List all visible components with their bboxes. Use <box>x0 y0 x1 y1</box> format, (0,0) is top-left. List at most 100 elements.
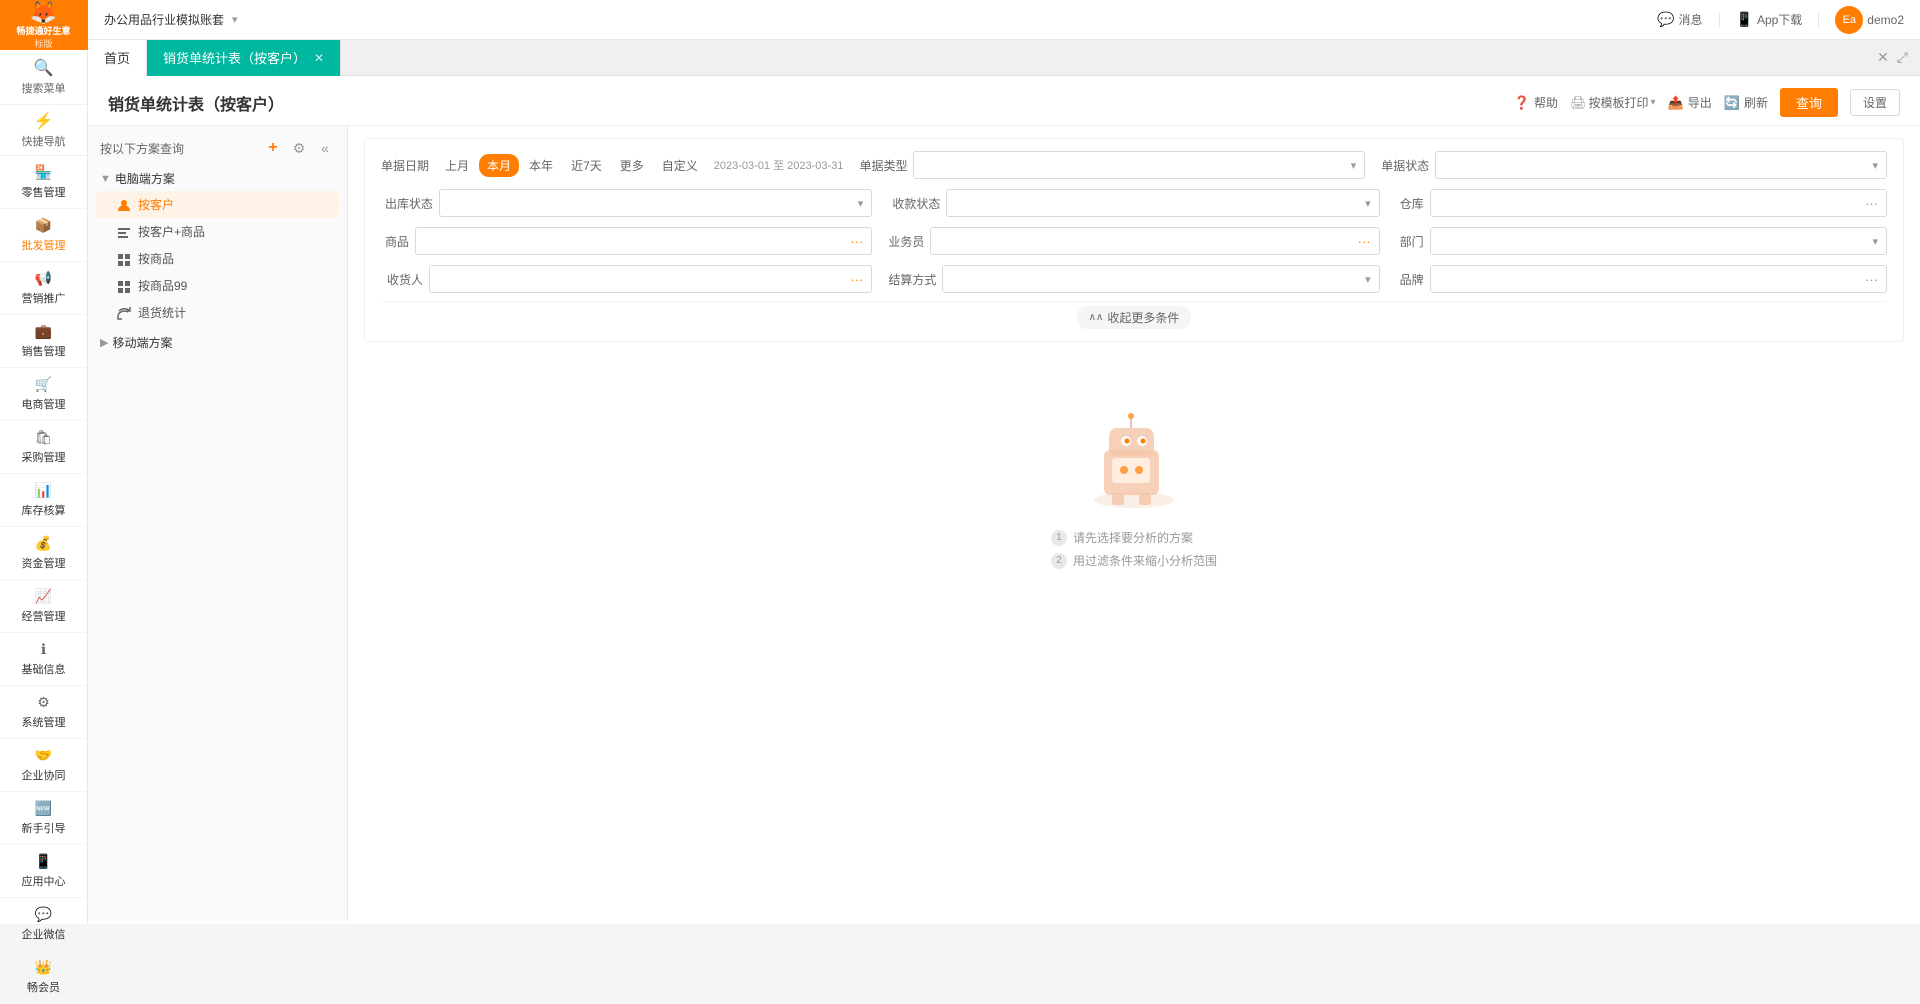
collapse-up-icon: ∧∧ <box>1089 312 1104 323</box>
sidebar-item-apps[interactable]: 📱 应用中心 <box>0 845 87 898</box>
message-label: 消息 <box>1678 11 1702 28</box>
refresh-button[interactable]: 🔄 刷新 <box>1724 94 1768 111</box>
dept-input[interactable]: ▾ <box>1430 227 1887 255</box>
refresh-label: 刷新 <box>1744 94 1768 111</box>
app-download-label: App下载 <box>1757 11 1802 28</box>
collapse-panel-icon[interactable]: « <box>315 138 335 158</box>
message-button[interactable]: 💬 消息 <box>1657 11 1702 28</box>
filter-row-4: 收货人 ··· 结算方式 ▾ <box>381 265 1887 293</box>
empty-tip-2: 2 用过滤条件来缩小分析范围 <box>1051 552 1217 569</box>
sidebar-item-system[interactable]: ⚙ 系统管理 <box>0 686 87 739</box>
receiver-dots-icon[interactable]: ··· <box>850 272 863 287</box>
sidebar-item-retail[interactable]: 🏪 零售管理 <box>0 156 87 209</box>
salesperson-input[interactable]: ··· <box>930 227 1379 255</box>
sidebar-item-member[interactable]: 👑 畅会员 <box>0 951 87 1004</box>
dept-chevron: ▾ <box>1872 235 1878 248</box>
salesperson-dots-icon[interactable]: ··· <box>1358 234 1371 249</box>
out-status-label: 出库状态 <box>381 195 433 212</box>
scheme-by-goods[interactable]: 按商品 <box>96 245 339 272</box>
mobile-section-header[interactable]: ▶ 移动端方案 <box>96 330 339 355</box>
scheme-return-stat[interactable]: 退货统计 <box>96 299 339 326</box>
receiver-input[interactable]: ··· <box>429 265 872 293</box>
goods-dots-icon[interactable]: ··· <box>850 234 863 249</box>
add-scheme-icon[interactable]: + <box>263 138 283 158</box>
doc-type-input[interactable]: ▾ <box>913 151 1365 179</box>
app-download-button[interactable]: 📱 App下载 <box>1736 11 1803 28</box>
date-tab-this-month[interactable]: 本月 <box>479 154 519 177</box>
sidebar-item-guide[interactable]: 🆕 新手引导 <box>0 792 87 845</box>
date-tab-7days[interactable]: 近7天 <box>563 154 610 177</box>
brand-dots-icon[interactable]: ··· <box>1865 272 1878 287</box>
sidebar-item-purchase[interactable]: 🛍 采购管理 <box>0 421 87 474</box>
tab-sales-stat[interactable]: 销货单统计表（按客户） ✕ <box>147 40 341 76</box>
sidebar-item-finance[interactable]: 💰 资金管理 <box>0 527 87 580</box>
date-tab-last-month[interactable]: 上月 <box>437 154 477 177</box>
help-label: 帮助 <box>1534 94 1558 111</box>
filter-doc-type-group: 单据类型 ▾ <box>859 151 1365 179</box>
out-status-input[interactable]: ▾ <box>439 189 872 217</box>
collect-status-input[interactable]: ▾ <box>946 189 1379 217</box>
scheme-by-customer[interactable]: 按客户 <box>96 191 339 218</box>
breadcrumb-arrow[interactable]: ▾ <box>232 13 238 26</box>
date-tab-custom[interactable]: 自定义 <box>654 154 706 177</box>
tab-close-icon[interactable]: ✕ <box>314 51 324 65</box>
tip-num-2: 2 <box>1051 553 1067 569</box>
tab-expand-icon[interactable]: ⤢ <box>1897 49 1908 66</box>
sidebar-system-label: 系统管理 <box>22 714 66 730</box>
query-button[interactable]: 查询 <box>1780 88 1838 117</box>
user-profile[interactable]: Ea demo2 <box>1835 6 1904 34</box>
sidebar-item-operation[interactable]: 📈 经营管理 <box>0 580 87 633</box>
settle-chevron: ▾ <box>1365 273 1371 286</box>
tab-bar: 首页 销货单统计表（按客户） ✕ ✕ ⤢ <box>88 40 1920 76</box>
empty-tip-1: 1 请先选择要分析的方案 <box>1051 529 1217 546</box>
date-tab-more[interactable]: 更多 <box>612 154 652 177</box>
tab-close-window-icon[interactable]: ✕ <box>1877 49 1889 66</box>
filter-date-group: 单据日期 上月 本月 本年 近7天 更多 自定义 2023-03-01 至 20… <box>381 154 843 177</box>
scheme-return-stat-label: 退货统计 <box>138 304 186 321</box>
tab-home[interactable]: 首页 <box>88 40 147 76</box>
warehouse-dots-icon[interactable]: ··· <box>1865 196 1878 211</box>
desktop-section-header[interactable]: ▼ 电脑端方案 <box>96 166 339 191</box>
warehouse-input[interactable]: ··· <box>1430 189 1887 217</box>
sidebar-item-wechat[interactable]: 💬 企业微信 <box>0 898 87 951</box>
sidebar-marketing-label: 营销推广 <box>22 290 66 306</box>
search-label: 搜索菜单 <box>22 80 66 96</box>
sidebar-item-marketing[interactable]: 📢 营销推广 <box>0 262 87 315</box>
breadcrumb: 办公用品行业模拟账套 <box>104 11 224 28</box>
quick-nav-item[interactable]: ⚡ 快捷导航 <box>0 105 87 156</box>
goods-input[interactable]: ··· <box>415 227 872 255</box>
print-template-button[interactable]: 🖨 按模板打印 ▾ <box>1570 94 1656 111</box>
app-logo: 🦊 畅捷通好生意 标版 <box>0 0 88 50</box>
export-button[interactable]: 📤 导出 <box>1668 94 1712 111</box>
filter-row-3: 商品 ··· 业务员 ··· <box>381 227 1887 255</box>
sidebar-apps-label: 应用中心 <box>22 873 66 889</box>
settings-button[interactable]: 设置 <box>1850 89 1900 116</box>
sidebar-item-wholesale[interactable]: 📦 批发管理 <box>0 209 87 262</box>
collapse-button[interactable]: ∧∧ 收起更多条件 <box>1077 306 1192 329</box>
help-button[interactable]: ❓ 帮助 <box>1514 94 1558 111</box>
brand-input[interactable]: ··· <box>1430 265 1887 293</box>
goods-label: 商品 <box>381 233 409 250</box>
page-header: 销货单统计表（按客户） ❓ 帮助 🖨 按模板打印 ▾ 📤 导出 <box>88 76 1920 126</box>
left-panel-header: 按以下方案查询 + ⚙ « <box>96 134 339 166</box>
settle-input[interactable]: ▾ <box>942 265 1379 293</box>
receiver-label: 收货人 <box>381 271 423 288</box>
doc-status-input[interactable]: ▾ <box>1435 151 1887 179</box>
scheme-by-goods-99[interactable]: 按商品99 <box>96 272 339 299</box>
sidebar-coop-label: 企业协同 <box>22 767 66 783</box>
by-goods-icon <box>116 251 132 267</box>
scheme-by-customer-goods[interactable]: 按客户+商品 <box>96 218 339 245</box>
settings-scheme-icon[interactable]: ⚙ <box>289 138 309 158</box>
sidebar-item-inventory[interactable]: 📊 库存核算 <box>0 474 87 527</box>
tab-maximize-area: ✕ ⤢ <box>1877 49 1916 66</box>
filter-out-status-group: 出库状态 ▾ <box>381 189 872 217</box>
sidebar-item-basic[interactable]: ℹ 基础信息 <box>0 633 87 686</box>
sidebar-item-coop[interactable]: 🤝 企业协同 <box>0 739 87 792</box>
salesperson-label: 业务员 <box>888 233 924 250</box>
filter-collect-status-group: 收款状态 ▾ <box>888 189 1379 217</box>
date-tab-this-year[interactable]: 本年 <box>521 154 561 177</box>
sidebar-item-sales[interactable]: 💼 销售管理 <box>0 315 87 368</box>
date-tabs: 上月 本月 本年 近7天 更多 自定义 <box>437 154 706 177</box>
search-menu-item[interactable]: 🔍 搜索菜单 <box>0 50 87 105</box>
sidebar-item-ecommerce[interactable]: 🛒 电商管理 <box>0 368 87 421</box>
